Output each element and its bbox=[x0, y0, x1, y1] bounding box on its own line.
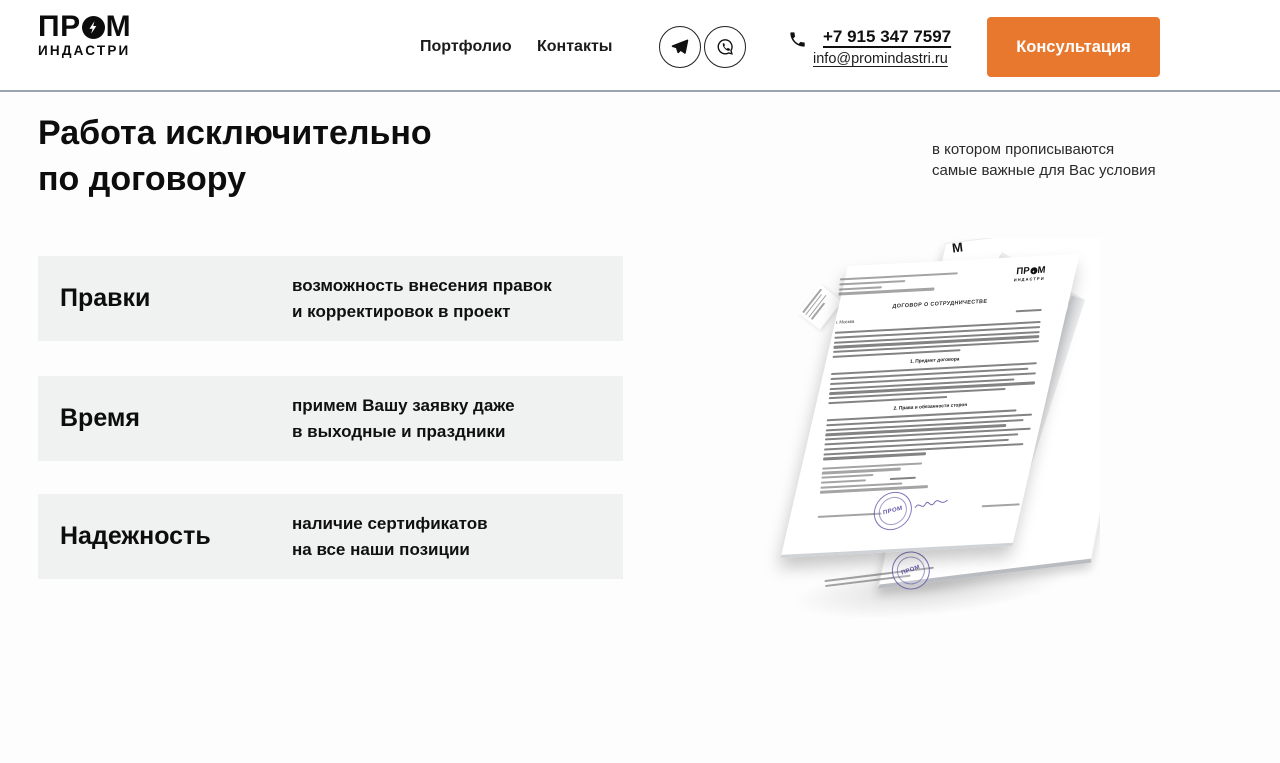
document-text-lines bbox=[817, 512, 882, 520]
document-requisites bbox=[819, 461, 936, 494]
benefit-card-edits: Правки возможность внесения правок и кор… bbox=[38, 256, 623, 341]
benefit-desc-line2: в выходные и праздники bbox=[292, 421, 506, 441]
telegram-icon bbox=[671, 39, 689, 54]
document-city: г. Москва bbox=[835, 318, 855, 325]
logo-text-pre: ПР bbox=[38, 10, 81, 43]
document-text-lines bbox=[819, 461, 936, 494]
benefit-description: наличие сертификатов на все наши позиции bbox=[292, 511, 488, 563]
signature-scribble bbox=[914, 499, 948, 508]
company-stamp: ПРОМ bbox=[871, 487, 915, 535]
benefit-desc-line1: примем Вашу заявку даже bbox=[292, 395, 515, 415]
contract-document-image: М ПРОМ ПР М ИНДАСТРИ ДОГОВОР О СОТРУДНИЧЕ… bbox=[740, 238, 1100, 638]
benefit-description: возможность внесения правок и корректиро… bbox=[292, 273, 552, 325]
benefit-desc-line1: возможность внесения правок bbox=[292, 275, 552, 295]
benefit-label: Время bbox=[60, 404, 140, 432]
nav-link-portfolio[interactable]: Портфолио bbox=[420, 38, 512, 56]
document-paragraph bbox=[823, 409, 1033, 461]
benefit-label: Надежность bbox=[60, 522, 211, 550]
page-title-line2: по договору bbox=[38, 160, 247, 198]
back-page-logo-letter: М bbox=[951, 239, 964, 256]
document-text-lines bbox=[981, 502, 1020, 510]
lightning-bolt-icon bbox=[81, 15, 105, 39]
logo[interactable]: ПР М ИНДАСТРИ bbox=[38, 12, 131, 58]
company-stamp: ПРОМ bbox=[886, 546, 936, 595]
hero-note-line1: в котором прописываются bbox=[932, 141, 1115, 158]
benefit-label: Правки bbox=[60, 284, 151, 312]
document-paragraph bbox=[828, 362, 1037, 405]
hero-note-line2: самые важные для Вас условия bbox=[932, 162, 1156, 179]
telegram-button[interactable] bbox=[659, 26, 701, 68]
consultation-button[interactable]: Консультация bbox=[987, 17, 1160, 77]
document-signature-block: ПРОМ bbox=[815, 487, 1024, 542]
benefit-card-reliability: Надежность наличие сертификатов на все н… bbox=[38, 494, 623, 579]
document-logo: ПР М ИНДАСТРИ bbox=[1013, 264, 1046, 282]
logo-word: ПР М bbox=[38, 12, 131, 42]
benefit-desc-line2: на все наши позиции bbox=[292, 539, 470, 559]
benefit-desc-line2: и корректировок в проект bbox=[292, 301, 511, 321]
page-title-line1: Работа исключительно bbox=[38, 114, 432, 152]
header: ПР М ИНДАСТРИ Портфолио Контакты +7 915 3… bbox=[0, 0, 1280, 92]
phone-link[interactable]: +7 915 347 7597 bbox=[823, 27, 951, 47]
hero-note: в котором прописываются самые важные для… bbox=[932, 139, 1156, 181]
page: ПР М ИНДАСТРИ Портфолио Контакты +7 915 3… bbox=[0, 0, 1280, 763]
document-text-lines bbox=[802, 288, 831, 321]
email-link[interactable]: info@promindastri.ru bbox=[813, 51, 948, 67]
phone-icon bbox=[790, 32, 805, 47]
nav-link-contacts[interactable]: Контакты bbox=[537, 38, 612, 56]
document-date-line bbox=[1015, 309, 1042, 315]
whatsapp-icon bbox=[717, 39, 733, 55]
page-title: Работа исключительно по договору bbox=[38, 110, 432, 202]
whatsapp-button[interactable] bbox=[704, 26, 746, 68]
benefit-description: примем Вашу заявку даже в выходные и пра… bbox=[292, 393, 515, 445]
logo-text-post: М bbox=[105, 10, 132, 43]
logo-subtitle: ИНДАСТРИ bbox=[38, 43, 131, 58]
document-address-lines bbox=[838, 270, 960, 298]
document-paragraph bbox=[832, 321, 1041, 359]
benefit-card-time: Время примем Вашу заявку даже в выходные… bbox=[38, 376, 623, 461]
benefit-desc-line1: наличие сертификатов bbox=[292, 513, 488, 533]
